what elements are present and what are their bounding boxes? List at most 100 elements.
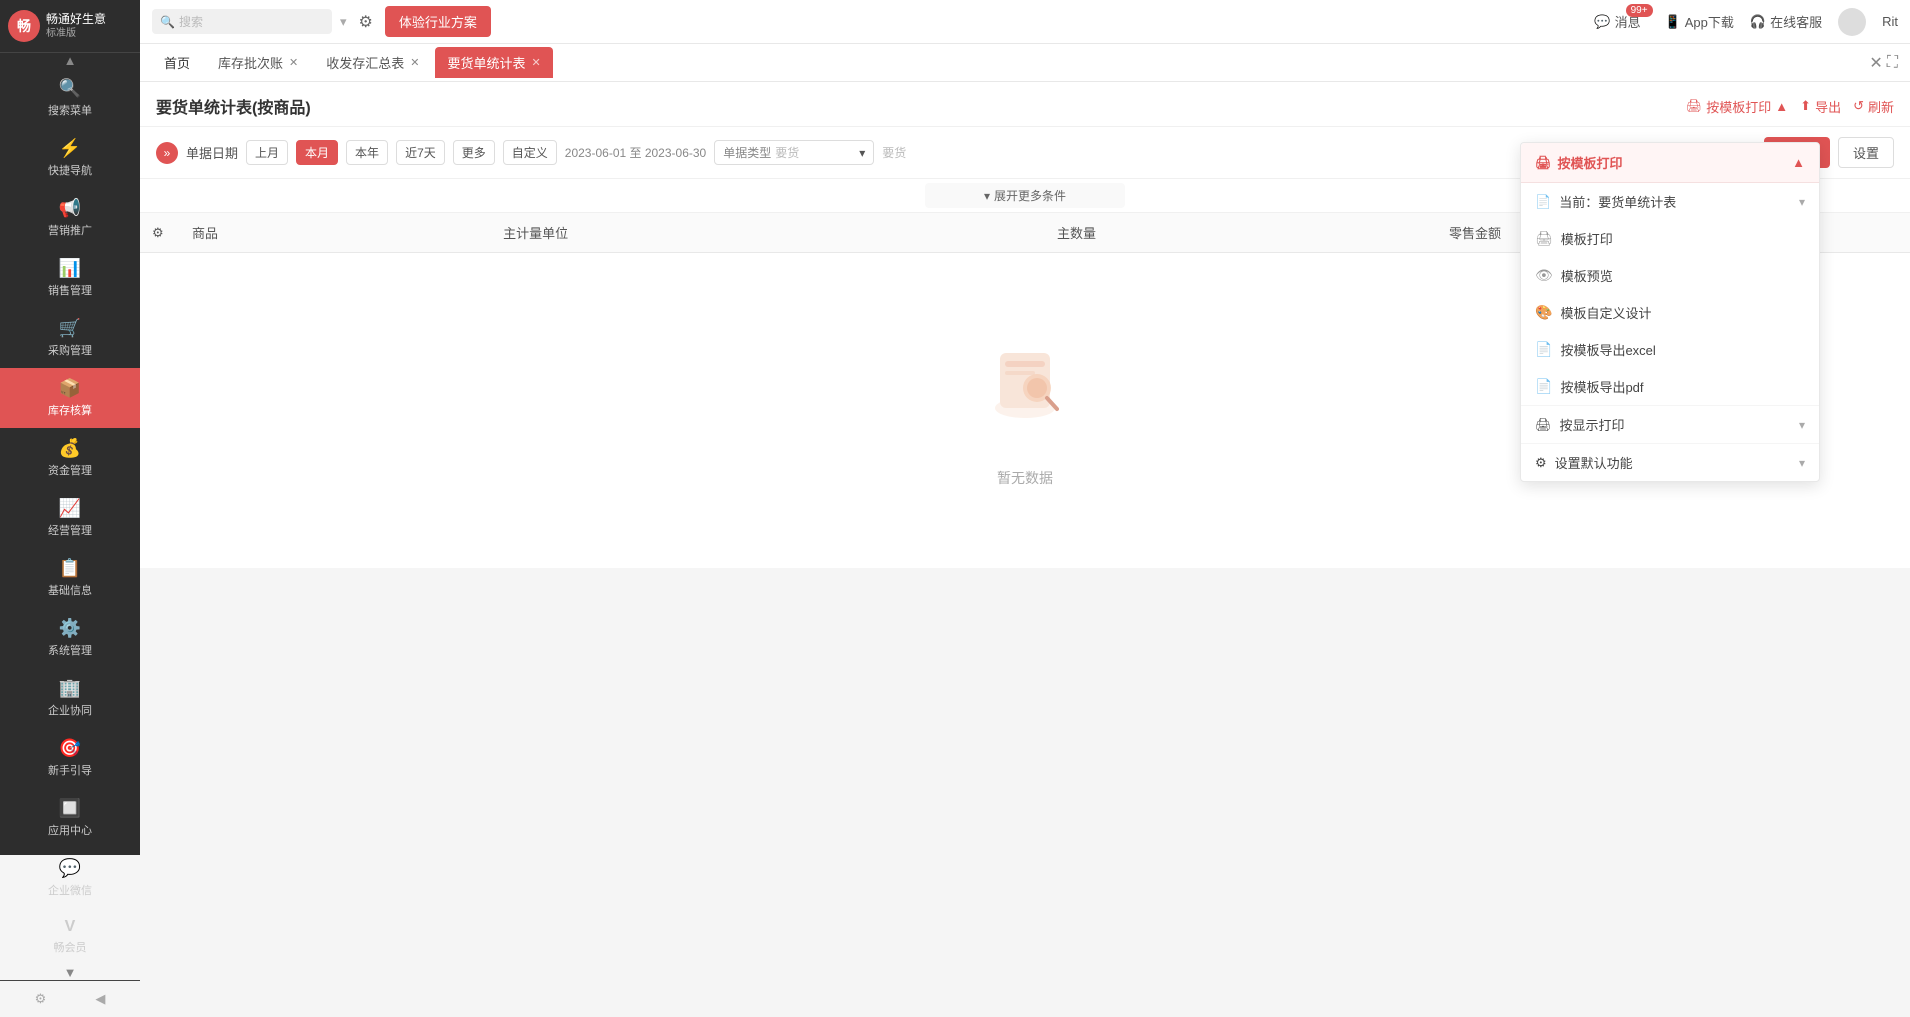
tab-close-inventory-batch[interactable]: ✕ [289,56,298,69]
dropdown-display-print[interactable]: 🖨 按显示打印 ▾ [1521,405,1819,443]
close-all-tabs-btn[interactable]: ✕ [1869,53,1882,73]
print-template-btn[interactable]: 🖨 按模板打印 ▲ [1686,97,1788,116]
template-design-icon: 🎨 [1535,304,1552,321]
tab-close-receivable-summary[interactable]: ✕ [410,56,419,69]
system-icon: ⚙️ [59,618,81,639]
printer-dropdown-icon: 🖨 [1535,155,1552,171]
sidebar-item-quick-nav[interactable]: ⚡ 快捷导航 [0,128,140,188]
display-print-chevron-icon: ▾ [1799,418,1805,432]
tab-receivable-summary[interactable]: 收发存汇总表 ✕ [314,47,431,78]
finance-icon: 💰 [59,438,81,459]
sidebar-scroll-down[interactable]: ▼ [0,965,140,980]
sidebar-item-system[interactable]: ⚙️ 系统管理 [0,608,140,668]
tab-inventory-batch[interactable]: 库存批次账 ✕ [206,47,310,78]
page-title: 要货单统计表(按商品) [156,94,311,118]
sidebar-item-basic[interactable]: 📋 基础信息 [0,548,140,608]
logo-icon: 畅 [8,10,40,42]
table-settings-icon[interactable]: ⚙ [152,225,164,240]
settings-footer-icon[interactable]: ⚙ [35,991,47,1007]
topbar-search-area[interactable]: 🔍 搜索 [152,9,332,34]
dropdown-template-pdf[interactable]: 📄 按模板导出pdf [1521,368,1819,405]
dropdown-template-excel[interactable]: 📄 按模板导出excel [1521,331,1819,368]
dropdown-default-setting[interactable]: ⚙ 设置默认功能 ▾ [1521,443,1819,481]
online-service-btn[interactable]: 🎧 在线客服 [1750,12,1822,31]
export-btn[interactable]: ⬆ 导出 [1800,97,1841,116]
sidebar-item-purchase[interactable]: 🛒 采购管理 [0,308,140,368]
search-icon: 🔍 [59,78,81,99]
col-unit: 主计量单位 [491,213,1045,253]
date-btn-custom[interactable]: 自定义 [503,140,557,165]
sidebar-item-wechat[interactable]: 💬 企业微信 [0,848,140,908]
expand-window-btn[interactable]: ⛶ [1887,53,1898,73]
current-template-icon: 📄 [1535,194,1551,210]
inventory-icon: 📦 [59,378,81,399]
topbar: 🔍 搜索 ▾ ⚙ 体验行业方案 💬 消息 99+ 📱 App下载 🎧 在线客服 … [140,0,1910,44]
message-icon: 💬 [1594,14,1610,30]
trial-btn[interactable]: 体验行业方案 [385,6,491,37]
chevron-up-icon: ▲ [1775,99,1788,114]
type-filter-select[interactable]: 单据类型 要货 ▾ [714,140,874,165]
username: Rit [1882,14,1898,29]
sidebar-item-newbie[interactable]: 🎯 新手引导 [0,728,140,788]
default-setting-chevron-icon: ▾ [1799,456,1805,470]
dropdown-current-template[interactable]: 📄 当前：要货单统计表 ▾ [1521,183,1819,220]
template-preview-icon: 👁 [1535,267,1553,284]
expand-more-conditions-btn[interactable]: ▾ 展开更多条件 [925,183,1125,208]
quick-nav-icon: ⚡ [59,138,81,159]
app-logo: 畅 畅通好生意 标准版 [0,0,140,53]
col-settings[interactable]: ⚙ [140,213,180,253]
template-excel-icon: 📄 [1535,341,1552,358]
avatar[interactable] [1838,8,1866,36]
refresh-btn[interactable]: ↺ 刷新 [1853,97,1894,116]
dropdown-header[interactable]: 🖨 按模板打印 ▲ [1521,143,1819,183]
tab-close-order-summary[interactable]: ✕ [532,56,541,69]
sidebar-item-search[interactable]: 🔍 搜索菜单 [0,68,140,128]
template-print-icon: 🖨 [1535,230,1553,247]
filter-expand-btn[interactable]: » [156,142,178,164]
date-btn-current[interactable]: 本月 [296,140,338,165]
headset-icon: 🎧 [1750,14,1766,30]
template-pdf-icon: 📄 [1535,378,1552,395]
dropdown-template-print[interactable]: 🖨 模板打印 [1521,220,1819,257]
default-setting-icon: ⚙ [1535,455,1547,471]
settings-btn[interactable]: 设置 [1838,137,1894,168]
date-btn-more[interactable]: 更多 [453,140,495,165]
date-btn-prev[interactable]: 上月 [246,140,288,165]
tab-order-summary[interactable]: 要货单统计表 ✕ [435,47,552,78]
dropdown-close-icon[interactable]: ▲ [1792,155,1805,170]
dropdown-template-preview[interactable]: 👁 模板预览 [1521,257,1819,294]
empty-text: 暂无数据 [997,468,1053,488]
app-download-btn[interactable]: 📱 App下载 [1665,12,1734,31]
sidebar-item-enterprise[interactable]: 🏢 企业协同 [0,668,140,728]
display-print-icon: 🖨 [1535,417,1552,433]
sidebar-item-inventory[interactable]: 📦 库存核算 [0,368,140,428]
date-btn-year[interactable]: 本年 [346,140,388,165]
date-filter-label: 单据日期 [186,143,238,162]
sidebar-item-apps[interactable]: 🔲 应用中心 [0,788,140,848]
sidebar-scroll-up[interactable]: ▲ [0,53,140,68]
sales-icon: 📊 [59,258,81,279]
tabbar-controls: ✕ ⛶ [1869,53,1898,73]
download-icon: 📱 [1665,14,1681,30]
message-btn[interactable]: 💬 消息 99+ [1594,12,1640,31]
topbar-settings-icon[interactable]: ⚙ [355,8,377,36]
sidebar-item-operation[interactable]: 📈 经营管理 [0,488,140,548]
date-btn-week7[interactable]: 近7天 [396,140,445,165]
sidebar-item-sales[interactable]: 📊 销售管理 [0,248,140,308]
export-icon: ⬆ [1800,98,1811,114]
topbar-right: 💬 消息 99+ 📱 App下载 🎧 在线客服 Rit [1594,8,1898,36]
sidebar-item-marketing[interactable]: 📢 营销推广 [0,188,140,248]
page-header: 要货单统计表(按商品) 🖨 按模板打印 ▲ ⬆ 导出 ↺ 刷新 [140,82,1910,127]
sidebar-item-member[interactable]: V 畅会员 [0,908,140,965]
sidebar-footer: ⚙ ◀ [0,980,140,1017]
tab-home[interactable]: 首页 [152,47,202,78]
chevron-down-icon[interactable]: ▾ [340,14,347,30]
page-header-actions: 🖨 按模板打印 ▲ ⬆ 导出 ↺ 刷新 [1686,97,1894,116]
dropdown-template-design[interactable]: 🎨 模板自定义设计 [1521,294,1819,331]
tabbar: 首页 库存批次账 ✕ 收发存汇总表 ✕ 要货单统计表 ✕ ✕ ⛶ [140,44,1910,82]
current-chevron-icon: ▾ [1799,195,1805,209]
toggle-sidebar-icon[interactable]: ◀ [95,991,105,1007]
enterprise-icon: 🏢 [59,678,81,699]
sidebar-item-finance[interactable]: 💰 资金管理 [0,428,140,488]
operation-icon: 📈 [59,498,81,519]
